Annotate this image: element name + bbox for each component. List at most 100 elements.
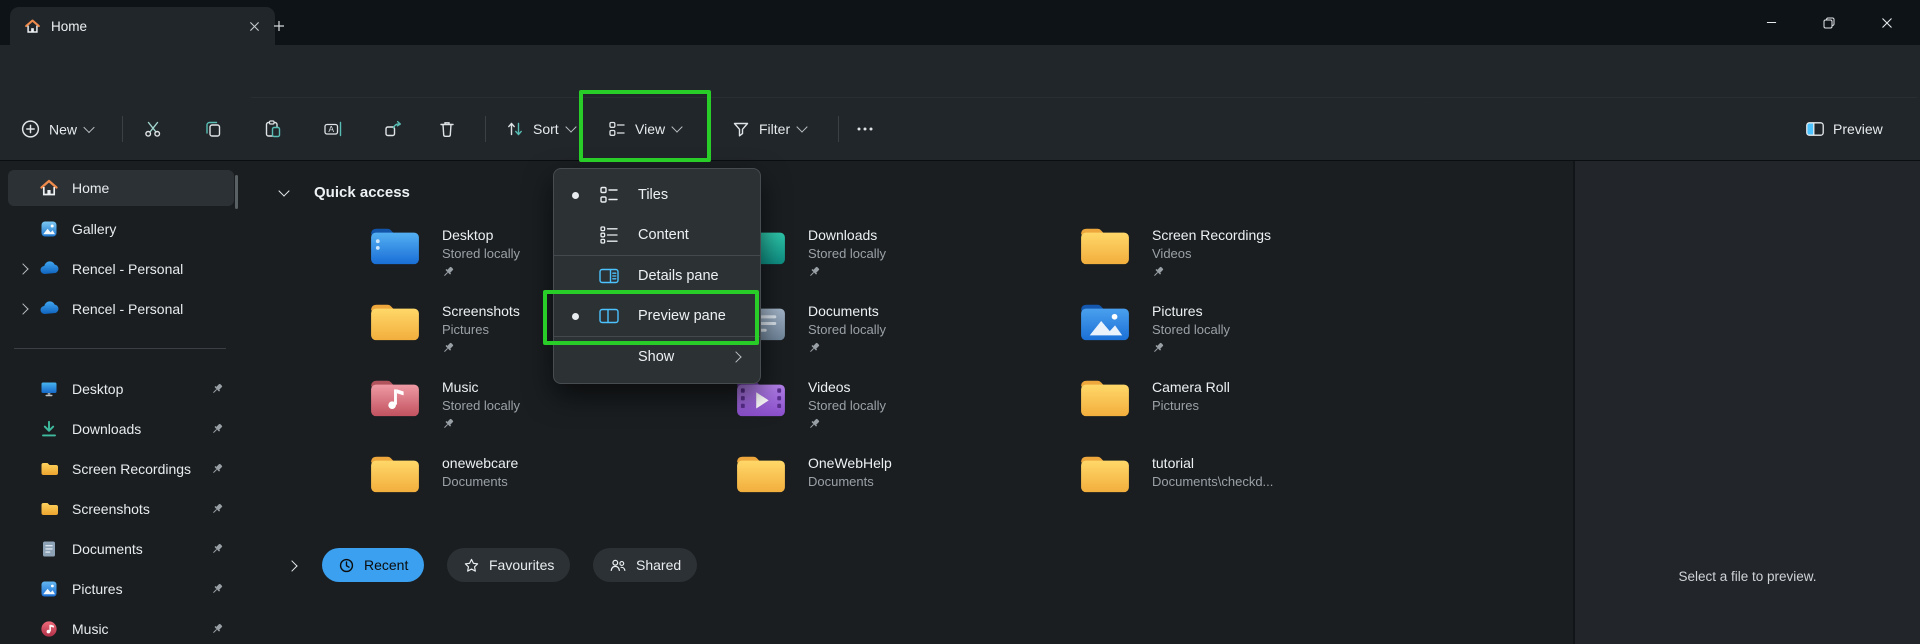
preview-pane-icon: [598, 305, 620, 327]
new-tab-button[interactable]: [264, 11, 294, 41]
copy-icon: [203, 119, 223, 139]
details-pane-icon: [598, 265, 620, 287]
svg-text:A: A: [328, 124, 334, 134]
sidebar-item-music[interactable]: Music: [8, 611, 234, 644]
selected-bullet-icon: [572, 312, 579, 320]
sidebar-item-screenshots[interactable]: Screenshots: [8, 491, 234, 527]
close-window-icon[interactable]: [1858, 0, 1916, 45]
more-options-icon: [855, 119, 875, 139]
sidebar-item-desktop[interactable]: Desktop: [8, 371, 234, 407]
pin-icon: [211, 383, 224, 396]
sidebar-divider: [14, 348, 226, 349]
tile-pictures[interactable]: Pictures Stored locally: [1078, 298, 1408, 368]
favourites-pill[interactable]: Favourites: [447, 548, 571, 582]
window-controls: [1742, 0, 1916, 45]
sidebar-item-home[interactable]: Home: [8, 170, 234, 206]
menu-item-preview-pane[interactable]: Preview pane: [554, 296, 760, 336]
sidebar-item-onedrive-2[interactable]: Rencel - Personal: [8, 291, 234, 327]
sidebar-item-screen-recordings[interactable]: Screen Recordings: [8, 451, 234, 487]
view-button[interactable]: View: [607, 119, 683, 139]
folder-icon: [38, 498, 60, 520]
pin-icon: [1152, 266, 1165, 279]
tiles-icon: [598, 184, 620, 206]
filter-button[interactable]: Filter: [731, 119, 808, 139]
tile-downloads[interactable]: Downloads Stored locally: [734, 222, 1064, 292]
quick-access-title[interactable]: Quick access: [314, 184, 410, 201]
onedrive-icon: [38, 258, 60, 280]
delete-button[interactable]: [434, 116, 460, 142]
toolbar-divider: [485, 116, 486, 142]
chevron-down-icon: [671, 121, 683, 133]
tile-music[interactable]: Music Stored locally: [368, 374, 698, 444]
sort-button[interactable]: Sort: [505, 119, 577, 139]
selected-bullet-icon: [572, 191, 579, 199]
view-icon: [607, 119, 627, 139]
documents-icon: [38, 538, 60, 560]
sidebar-item-pictures[interactable]: Pictures: [8, 571, 234, 607]
expand-chevron-icon[interactable]: [17, 263, 29, 275]
file-explorer-window: Home Search Home New A Sort View Filter …: [0, 0, 1920, 644]
recent-section-chevron-icon[interactable]: [286, 560, 298, 572]
paste-button[interactable]: [260, 116, 286, 142]
minimize-icon[interactable]: [1742, 0, 1800, 45]
tab-title: Home: [51, 18, 88, 34]
music-folder-icon: [368, 376, 422, 420]
view-dropdown-menu: Tiles Content Details pane Preview pane …: [553, 168, 761, 384]
new-icon: [20, 119, 41, 140]
restore-icon[interactable]: [1800, 0, 1858, 45]
chevron-down-icon: [796, 121, 808, 133]
rename-button[interactable]: A: [320, 116, 346, 142]
menu-item-show[interactable]: Show: [554, 337, 760, 377]
tile-documents[interactable]: Documents Stored locally: [734, 298, 1064, 368]
pictures-folder-icon: [1078, 300, 1132, 344]
tile-screen-recordings[interactable]: Screen Recordings Videos: [1078, 222, 1408, 292]
sidebar-item-documents[interactable]: Documents: [8, 531, 234, 567]
preview-toggle-button[interactable]: Preview: [1805, 119, 1883, 139]
recent-pill[interactable]: Recent: [322, 548, 425, 582]
menu-item-content[interactable]: Content: [554, 215, 760, 255]
new-button[interactable]: New: [20, 119, 95, 140]
shared-pill[interactable]: Shared: [593, 548, 698, 582]
pin-icon: [211, 623, 224, 636]
tile-onewebhelp[interactable]: OneWebHelp Documents: [734, 450, 1064, 520]
downloads-icon: [38, 418, 60, 440]
sidebar-item-downloads[interactable]: Downloads: [8, 411, 234, 447]
paste-icon: [263, 119, 283, 139]
onedrive-icon: [38, 298, 60, 320]
cut-button[interactable]: [140, 116, 166, 142]
sidebar-scrollbar[interactable]: [235, 175, 238, 209]
tile-tutorial[interactable]: tutorial Documents\checkd...: [1078, 450, 1408, 520]
trash-icon: [437, 119, 457, 139]
pin-icon: [808, 418, 821, 431]
sidebar-item-onedrive-1[interactable]: Rencel - Personal: [8, 251, 234, 287]
tile-camera-roll[interactable]: Camera Roll Pictures: [1078, 374, 1408, 444]
cut-icon: [143, 119, 163, 139]
command-toolbar: New A Sort View Filter Preview: [0, 98, 1920, 161]
music-icon: [38, 618, 60, 640]
copy-button[interactable]: [200, 116, 226, 142]
more-options-button[interactable]: [852, 116, 878, 142]
preview-label: Preview: [1833, 121, 1883, 137]
screen-recordings-folder-icon: [1078, 224, 1132, 268]
tab-home[interactable]: Home: [10, 7, 275, 45]
tab-bar: Home: [0, 0, 1920, 45]
expand-chevron-icon[interactable]: [17, 303, 29, 315]
preview-placeholder-text: Select a file to preview.: [1678, 569, 1817, 584]
pin-icon: [442, 266, 455, 279]
menu-item-tiles[interactable]: Tiles: [554, 175, 760, 215]
people-icon: [609, 556, 627, 574]
share-button[interactable]: [380, 116, 406, 142]
tile-videos[interactable]: Videos Stored locally: [734, 374, 1064, 444]
tutorial-folder-icon: [1078, 452, 1132, 496]
tile-onewebcare[interactable]: onewebcare Documents: [368, 450, 698, 520]
sort-label: Sort: [533, 121, 559, 137]
sidebar-item-gallery[interactable]: Gallery: [8, 211, 234, 247]
pin-icon: [211, 543, 224, 556]
home-tab-icon: [24, 18, 41, 35]
desktop-icon: [38, 378, 60, 400]
collapse-chevron-icon[interactable]: [278, 184, 290, 197]
home-icon: [38, 177, 60, 199]
chevron-down-icon: [83, 121, 95, 133]
menu-item-details-pane[interactable]: Details pane: [554, 256, 760, 296]
chevron-down-icon: [565, 121, 577, 133]
